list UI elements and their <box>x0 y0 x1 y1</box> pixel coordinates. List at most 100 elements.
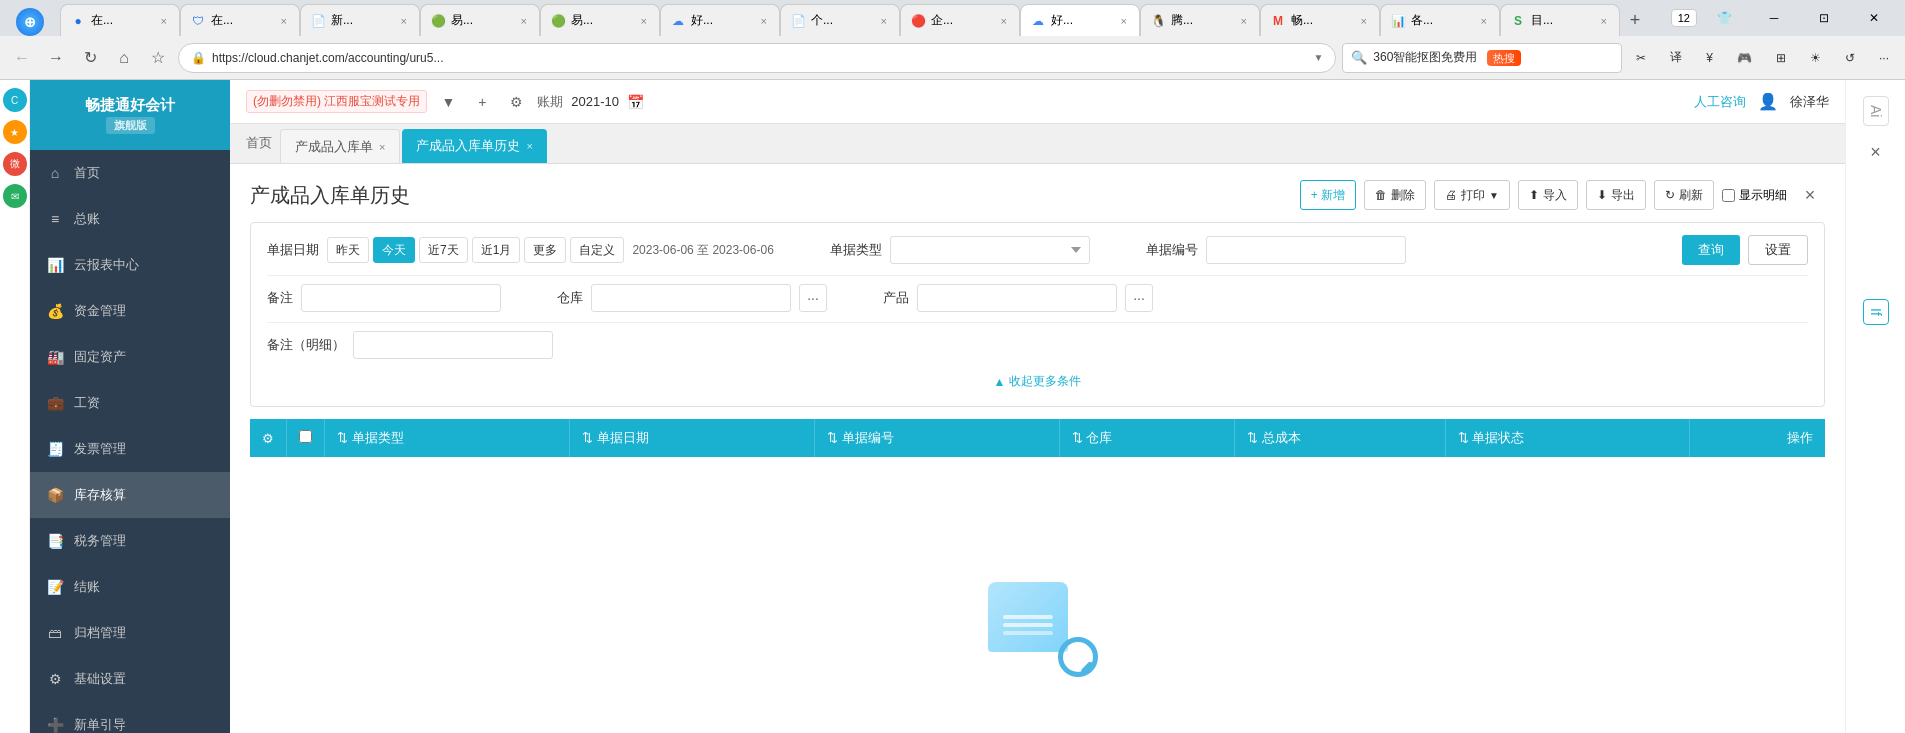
browser-tab-8[interactable]: 🔴 企... × <box>900 4 1020 36</box>
page-close-button[interactable]: × <box>1795 180 1825 210</box>
table-col-cost[interactable]: ⇅ 总成本 <box>1235 419 1445 457</box>
app-icon-chanjet[interactable]: C <box>3 88 27 112</box>
table-col-checkbox[interactable] <box>287 419 325 457</box>
tab-3-close[interactable]: × <box>399 13 409 29</box>
date-btn-yesterday[interactable]: 昨天 <box>327 237 369 263</box>
search-settings-button[interactable]: 设置 <box>1748 235 1808 265</box>
menu-item-inventory[interactable]: 📦 库存核算 <box>30 472 230 518</box>
table-col-warehouse[interactable]: ⇅ 仓库 <box>1059 419 1234 457</box>
menu-item-tax[interactable]: 📑 税务管理 <box>30 518 230 564</box>
tab-11-close[interactable]: × <box>1359 13 1369 29</box>
new-button[interactable]: + 新增 <box>1300 180 1356 210</box>
game-button[interactable]: 🎮 <box>1729 44 1760 72</box>
browser-tab-11[interactable]: M 畅... × <box>1260 4 1380 36</box>
tab-7-close[interactable]: × <box>879 13 889 29</box>
number-input[interactable] <box>1206 236 1406 264</box>
import-button[interactable]: ⬆ 导入 <box>1518 180 1578 210</box>
print-button[interactable]: 🖨 打印 ▼ <box>1434 180 1510 210</box>
browser-tab-2[interactable]: 🛡 在... × <box>180 4 300 36</box>
menu-item-fixed[interactable]: 🏭 固定资产 <box>30 334 230 380</box>
page-tab-history-close[interactable]: × <box>526 140 532 152</box>
back-button[interactable]: ← <box>8 44 36 72</box>
app-icon-favorite[interactable]: ★ <box>3 120 27 144</box>
date-btn-more[interactable]: 更多 <box>524 237 566 263</box>
shirt-icon[interactable]: 👕 <box>1701 0 1747 36</box>
browser-tab-7[interactable]: 📄 个... × <box>780 4 900 36</box>
browser-tab-9[interactable]: ☁ 好... × <box>1020 4 1140 36</box>
tab-2-close[interactable]: × <box>279 13 289 29</box>
if-button[interactable]: If <box>1863 299 1889 325</box>
scissors-button[interactable]: ✂ <box>1628 44 1654 72</box>
tab-12-close[interactable]: × <box>1479 13 1489 29</box>
brightness-button[interactable]: ☀ <box>1802 44 1829 72</box>
remark-input[interactable] <box>301 284 501 312</box>
bookmark-button[interactable]: ☆ <box>144 44 172 72</box>
browser-tab-13[interactable]: S 目... × <box>1500 4 1620 36</box>
date-btn-custom[interactable]: 自定义 <box>570 237 624 263</box>
page-tab-history[interactable]: 产成品入库单历史 × <box>402 129 546 163</box>
warehouse-ellipsis-button[interactable]: ··· <box>799 284 827 312</box>
user-service-link[interactable]: 人工咨询 <box>1694 93 1746 111</box>
refresh-button[interactable]: ↻ 刷新 <box>1654 180 1714 210</box>
browser-tab-5[interactable]: 🟢 易... × <box>540 4 660 36</box>
translate-button[interactable]: 译 <box>1662 44 1690 72</box>
query-button[interactable]: 查询 <box>1682 235 1740 265</box>
browser-tab-4[interactable]: 🟢 易... × <box>420 4 540 36</box>
export-button[interactable]: ⬇ 导出 <box>1586 180 1646 210</box>
collapse-button[interactable]: ▲ 收起更多条件 <box>994 373 1082 390</box>
detail-remark-input[interactable] <box>353 331 553 359</box>
select-all-checkbox[interactable] <box>299 430 312 443</box>
more-button[interactable]: ··· <box>1871 44 1897 72</box>
menu-item-archive[interactable]: 🗃 归档管理 <box>30 610 230 656</box>
table-col-type[interactable]: ⇅ 单据类型 <box>325 419 570 457</box>
search-bar[interactable]: 🔍 360智能抠图免费用 热搜 <box>1342 43 1622 73</box>
grid-button[interactable]: ⊞ <box>1768 44 1794 72</box>
type-select[interactable] <box>890 236 1090 264</box>
browser-tab-6[interactable]: ☁ 好... × <box>660 4 780 36</box>
tab-6-close[interactable]: × <box>759 13 769 29</box>
menu-item-home[interactable]: ⌂ 首页 <box>30 150 230 196</box>
address-bar[interactable]: 🔒 https://cloud.chanjet.com/accounting/u… <box>178 43 1336 73</box>
date-btn-today[interactable]: 今天 <box>373 237 415 263</box>
home-browser-button[interactable]: ⌂ <box>110 44 138 72</box>
date-btn-1month[interactable]: 近1月 <box>472 237 521 263</box>
page-tab-list-close[interactable]: × <box>379 141 385 153</box>
table-col-date[interactable]: ⇅ 单据日期 <box>569 419 814 457</box>
menu-item-basic[interactable]: ⚙ 基础设置 <box>30 656 230 702</box>
browser-tab-1[interactable]: ● 在... × <box>60 4 180 36</box>
product-ellipsis-button[interactable]: ··· <box>1125 284 1153 312</box>
app-icon-weibo[interactable]: 微 <box>3 152 27 176</box>
new-tab-button[interactable]: + <box>1620 4 1650 36</box>
close-button[interactable]: ✕ <box>1851 0 1897 36</box>
tab-1-close[interactable]: × <box>159 13 169 29</box>
menu-item-cashflow[interactable]: 💰 资金管理 <box>30 288 230 334</box>
product-input[interactable] <box>917 284 1117 312</box>
restore-button[interactable]: ⊡ <box>1801 0 1847 36</box>
breadcrumb-home[interactable]: 首页 <box>246 123 272 163</box>
tab-10-close[interactable]: × <box>1239 13 1249 29</box>
ai-button[interactable]: Ai <box>1863 96 1889 126</box>
close-right-panel-icon[interactable]: × <box>1870 142 1881 163</box>
date-btn-7days[interactable]: 近7天 <box>419 237 468 263</box>
display-toggle-label[interactable]: 显示明细 <box>1722 187 1787 204</box>
refresh-browser-button[interactable]: ↻ <box>76 44 104 72</box>
tab-5-close[interactable]: × <box>639 13 649 29</box>
tab-4-close[interactable]: × <box>519 13 529 29</box>
menu-item-report[interactable]: 📊 云报表中心 <box>30 242 230 288</box>
forward-button[interactable]: → <box>42 44 70 72</box>
app-icon-email[interactable]: ✉ <box>3 184 27 208</box>
add-company-button[interactable]: + <box>469 89 495 115</box>
tab-13-close[interactable]: × <box>1599 13 1609 29</box>
table-col-number[interactable]: ⇅ 单据编号 <box>814 419 1059 457</box>
company-dropdown-icon[interactable]: ▼ <box>435 89 461 115</box>
display-toggle-checkbox[interactable] <box>1722 189 1735 202</box>
menu-item-newdoc[interactable]: ➕ 新单引导 <box>30 702 230 733</box>
browser-tab-3[interactable]: 📄 新... × <box>300 4 420 36</box>
table-col-gear[interactable]: ⚙ <box>250 419 287 457</box>
page-tab-list[interactable]: 产成品入库单 × <box>280 129 400 163</box>
minimize-button[interactable]: ─ <box>1751 0 1797 36</box>
tab-8-close[interactable]: × <box>999 13 1009 29</box>
browser-tab-10[interactable]: 🐧 腾... × <box>1140 4 1260 36</box>
table-col-status[interactable]: ⇅ 单据状态 <box>1445 419 1690 457</box>
menu-item-invoice[interactable]: 🧾 发票管理 <box>30 426 230 472</box>
